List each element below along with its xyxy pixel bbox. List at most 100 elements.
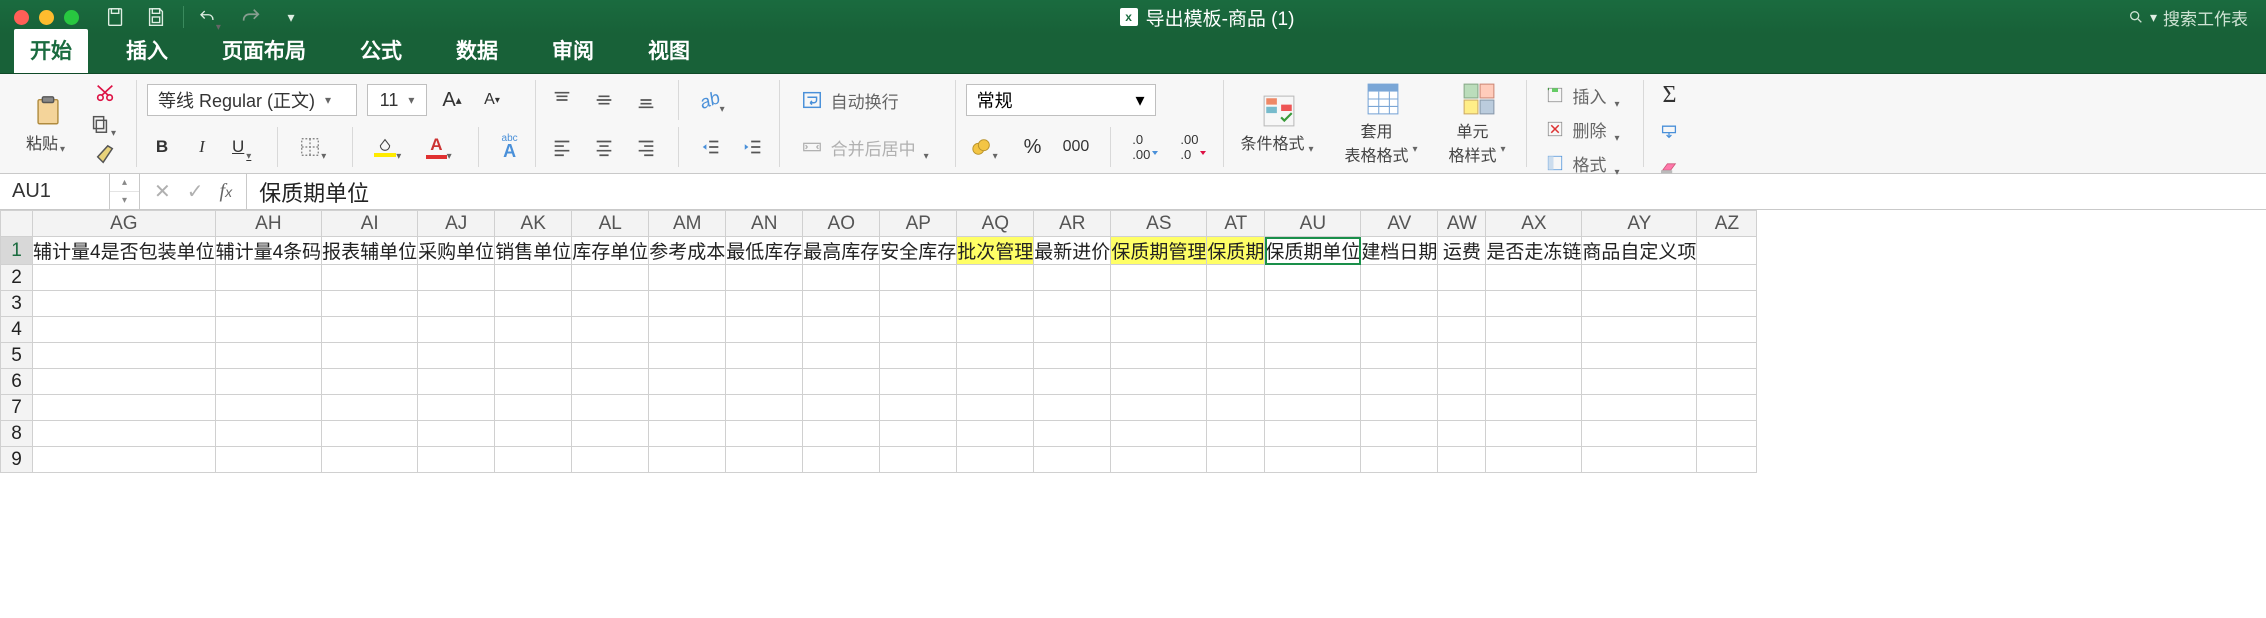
cell-AR1[interactable]: 最新进价 <box>1034 237 1111 265</box>
cell-AL1[interactable]: 库存单位 <box>572 237 649 265</box>
border-button[interactable] <box>294 132 336 162</box>
row-header-6[interactable]: 6 <box>1 369 33 395</box>
column-header-AX[interactable]: AX <box>1486 211 1582 237</box>
cell-AZ3[interactable] <box>1697 291 1757 317</box>
column-header-AH[interactable]: AH <box>215 211 322 237</box>
column-header-AP[interactable]: AP <box>880 211 957 237</box>
cell-AY5[interactable] <box>1582 343 1697 369</box>
cell-AL4[interactable] <box>572 317 649 343</box>
cell-AR2[interactable] <box>1034 265 1111 291</box>
wrap-text-button[interactable]: 自动换行 <box>790 85 910 115</box>
decrease-font-button[interactable]: A▾ <box>477 85 507 115</box>
cell-AL5[interactable] <box>572 343 649 369</box>
italic-button[interactable]: I <box>187 132 217 162</box>
cell-AN3[interactable] <box>726 291 803 317</box>
column-header-AL[interactable]: AL <box>572 211 649 237</box>
save-icon[interactable] <box>143 4 169 30</box>
cell-AS3[interactable] <box>1111 291 1207 317</box>
cell-AU9[interactable] <box>1265 447 1361 473</box>
cell-AL6[interactable] <box>572 369 649 395</box>
font-color-button[interactable]: A <box>421 132 461 162</box>
cell-AV6[interactable] <box>1361 369 1438 395</box>
cell-AJ2[interactable] <box>418 265 495 291</box>
column-header-AT[interactable]: AT <box>1207 211 1265 237</box>
cell-AG9[interactable] <box>33 447 216 473</box>
cell-AW6[interactable] <box>1438 369 1486 395</box>
cell-AS2[interactable] <box>1111 265 1207 291</box>
cell-AR4[interactable] <box>1034 317 1111 343</box>
cell-AV3[interactable] <box>1361 291 1438 317</box>
cell-AV1[interactable]: 建档日期 <box>1361 237 1438 265</box>
column-header-AJ[interactable]: AJ <box>418 211 495 237</box>
cell-AU3[interactable] <box>1265 291 1361 317</box>
cell-AW9[interactable] <box>1438 447 1486 473</box>
cell-AY8[interactable] <box>1582 421 1697 447</box>
cell-AK9[interactable] <box>495 447 572 473</box>
cell-AK2[interactable] <box>495 265 572 291</box>
cell-AH4[interactable] <box>215 317 322 343</box>
cell-AJ1[interactable]: 采购单位 <box>418 237 495 265</box>
cell-AQ2[interactable] <box>957 265 1034 291</box>
cut-button[interactable] <box>84 80 126 105</box>
cell-AH3[interactable] <box>215 291 322 317</box>
column-header-AV[interactable]: AV <box>1361 211 1438 237</box>
column-header-AQ[interactable]: AQ <box>957 211 1034 237</box>
cell-AI3[interactable] <box>322 291 418 317</box>
cell-AS5[interactable] <box>1111 343 1207 369</box>
row-header-5[interactable]: 5 <box>1 343 33 369</box>
cell-AO6[interactable] <box>803 369 880 395</box>
select-all-corner[interactable] <box>1 211 33 237</box>
cell-AW4[interactable] <box>1438 317 1486 343</box>
cell-AP3[interactable] <box>880 291 957 317</box>
cell-AQ1[interactable]: 批次管理 <box>957 237 1034 265</box>
column-header-AR[interactable]: AR <box>1034 211 1111 237</box>
cell-AP6[interactable] <box>880 369 957 395</box>
align-middle-button[interactable] <box>588 85 620 115</box>
merge-center-button[interactable]: 合并后居中 <box>790 132 945 162</box>
fill-color-button[interactable] <box>369 132 411 162</box>
cell-AV9[interactable] <box>1361 447 1438 473</box>
cell-AK6[interactable] <box>495 369 572 395</box>
cell-AH9[interactable] <box>215 447 322 473</box>
cell-AH7[interactable] <box>215 395 322 421</box>
cell-AU4[interactable] <box>1265 317 1361 343</box>
decrease-decimal-button[interactable]: .00.0 <box>1175 132 1213 162</box>
cell-AT5[interactable] <box>1207 343 1265 369</box>
cell-AM6[interactable] <box>649 369 726 395</box>
tab-data[interactable]: 数据 <box>440 29 514 73</box>
cell-AU6[interactable] <box>1265 369 1361 395</box>
cell-AP9[interactable] <box>880 447 957 473</box>
cell-AI4[interactable] <box>322 317 418 343</box>
cell-AQ4[interactable] <box>957 317 1034 343</box>
cell-AI5[interactable] <box>322 343 418 369</box>
column-header-AI[interactable]: AI <box>322 211 418 237</box>
cell-AK7[interactable] <box>495 395 572 421</box>
cell-AU2[interactable] <box>1265 265 1361 291</box>
bold-button[interactable]: B <box>147 132 177 162</box>
copy-button[interactable] <box>84 111 126 136</box>
cell-AM4[interactable] <box>649 317 726 343</box>
cell-AJ6[interactable] <box>418 369 495 395</box>
cell-AT8[interactable] <box>1207 421 1265 447</box>
cell-AS7[interactable] <box>1111 395 1207 421</box>
cell-AX9[interactable] <box>1486 447 1582 473</box>
cell-AK8[interactable] <box>495 421 572 447</box>
cell-AJ5[interactable] <box>418 343 495 369</box>
autosave-icon[interactable] <box>103 4 129 30</box>
cell-AV5[interactable] <box>1361 343 1438 369</box>
cell-AL9[interactable] <box>572 447 649 473</box>
comma-button[interactable]: 000 <box>1058 132 1095 162</box>
cell-AY1[interactable]: 商品自定义项 <box>1582 237 1697 265</box>
cell-AV8[interactable] <box>1361 421 1438 447</box>
decrease-indent-button[interactable] <box>695 132 727 162</box>
cell-AN8[interactable] <box>726 421 803 447</box>
cell-AG5[interactable] <box>33 343 216 369</box>
row-header-1[interactable]: 1 <box>1 237 33 265</box>
table-format-button[interactable]: 套用 表格格式 <box>1338 82 1428 166</box>
cell-AK3[interactable] <box>495 291 572 317</box>
cell-AI7[interactable] <box>322 395 418 421</box>
cell-AN7[interactable] <box>726 395 803 421</box>
cell-AH6[interactable] <box>215 369 322 395</box>
cell-AO7[interactable] <box>803 395 880 421</box>
delete-cells-button[interactable]: 删除 <box>1537 114 1633 144</box>
